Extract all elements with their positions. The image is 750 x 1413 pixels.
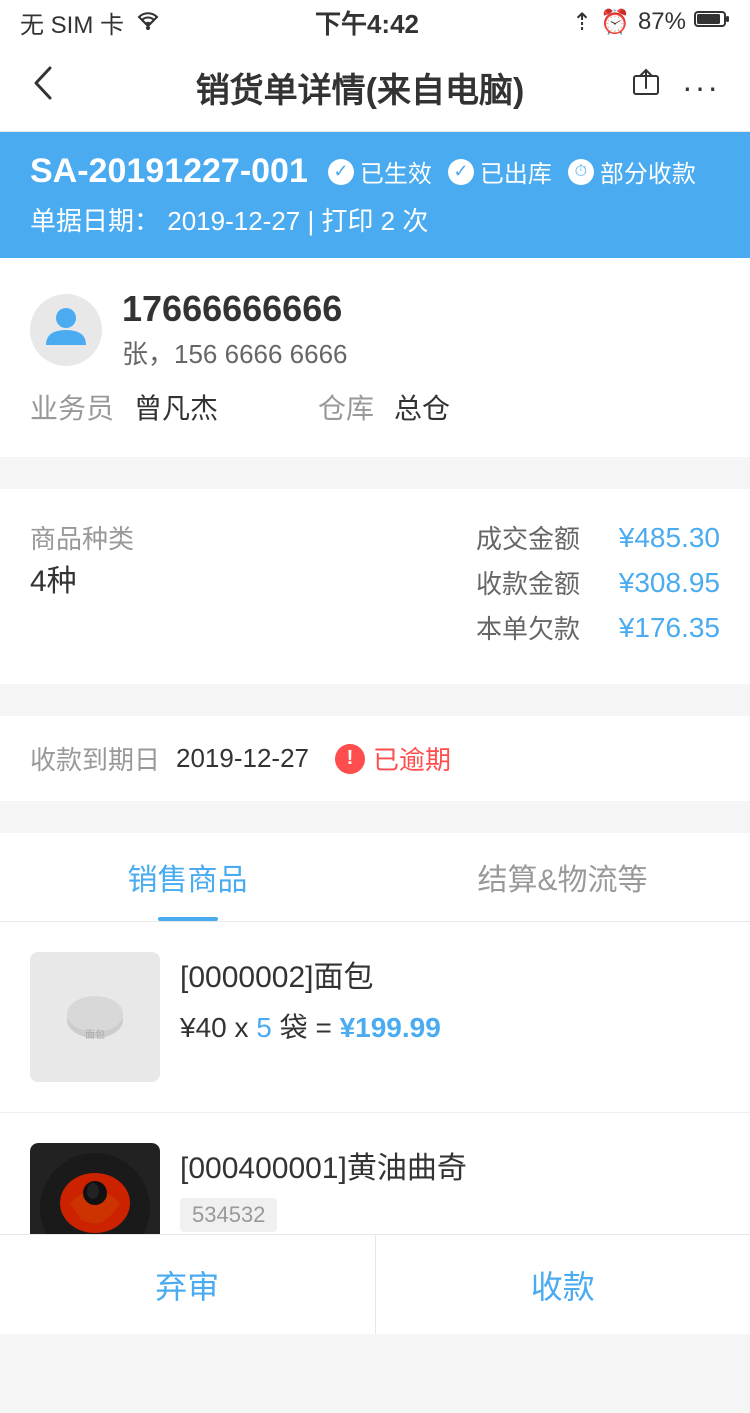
sim-status: 无 SIM 卡 xyxy=(20,5,124,40)
confirm-button[interactable]: 收款 xyxy=(376,1235,750,1334)
sales-label: 业务员 xyxy=(30,387,114,427)
overdue-text: 已逾期 xyxy=(373,740,451,777)
product-formula-1: ¥40 x 5 袋 = ¥199.99 xyxy=(180,1006,720,1046)
check-icon-active: ✓ xyxy=(328,159,354,185)
collected-row: 收款金额 ¥308.95 xyxy=(476,564,720,601)
person-icon xyxy=(41,300,91,360)
due-section: 收款到期日 2019-12-27 ! 已逾期 xyxy=(0,716,750,801)
customer-id: 17666666666 xyxy=(122,288,348,330)
order-date: 单据日期： 2019-12-27 | 打印 2 次 xyxy=(30,201,720,238)
status-badge-shipped: ✓ 已出库 xyxy=(448,154,552,189)
owe-label: 本单欠款 xyxy=(476,609,580,646)
battery-level: 87% xyxy=(638,8,686,36)
product-info-1: [0000002]面包 ¥40 x 5 袋 = ¥199.99 xyxy=(180,952,720,1082)
battery-icon xyxy=(694,8,730,36)
page-title: 销货单详情(来自电脑) xyxy=(90,63,630,112)
customer-avatar xyxy=(30,294,102,366)
collected-value: ¥308.95 xyxy=(600,567,720,599)
status-badges: ✓ 已生效 ✓ 已出库 ⏱ 部分收款 xyxy=(328,154,696,189)
product-thumb-1: 面包 xyxy=(30,952,160,1082)
share-icon[interactable] xyxy=(630,68,662,108)
alarm-icon: ⏰ xyxy=(600,8,630,37)
product-name-2: [000400001]黄油曲奇 xyxy=(180,1143,720,1187)
product-types-block: 商品种类 4种 xyxy=(30,519,134,600)
amounts-block: 成交金额 ¥485.30 收款金额 ¥308.95 本单欠款 ¥176.35 xyxy=(476,519,720,654)
clock-icon: ⏱ xyxy=(568,159,594,185)
overdue-badge: ! 已逾期 xyxy=(335,740,451,777)
product-sku-2: 534532 xyxy=(180,1198,277,1232)
customer-name-block: 17666666666 张，156 6666 6666 xyxy=(122,288,348,371)
svg-text:面包: 面包 xyxy=(85,1028,105,1041)
status-right: ⇡ ⏰ 87% xyxy=(572,8,730,37)
customer-detail-row: 业务员 曾凡杰 仓库 总仓 xyxy=(30,387,720,427)
status-time: 下午4:42 xyxy=(315,4,419,41)
separator-1 xyxy=(0,473,750,489)
amount-value: ¥485.30 xyxy=(600,522,720,554)
due-label: 收款到期日 xyxy=(30,740,160,777)
order-id: SA-20191227-001 xyxy=(30,152,308,191)
separator-2 xyxy=(0,700,750,716)
location-icon: ⇡ xyxy=(572,8,592,37)
order-banner: SA-20191227-001 ✓ 已生效 ✓ 已出库 ⏱ 部分收款 单据日期：… xyxy=(0,132,750,258)
separator-3 xyxy=(0,817,750,833)
cancel-button[interactable]: 弃审 xyxy=(0,1235,376,1334)
status-bar: 无 SIM 卡 下午4:42 ⇡ ⏰ 87% xyxy=(0,0,750,44)
product-item-1: 面包 [0000002]面包 ¥40 x 5 袋 = ¥199.99 xyxy=(0,922,750,1113)
sales-value: 曾凡杰 xyxy=(134,387,218,427)
tab-products[interactable]: 销售商品 xyxy=(0,833,375,921)
product-types-value: 4种 xyxy=(30,556,134,600)
due-date-value: 2019-12-27 xyxy=(176,743,309,774)
warehouse-label: 仓库 xyxy=(318,387,374,427)
nav-bar: 销货单详情(来自电脑) ··· xyxy=(0,44,750,132)
customer-contact: 张，156 6666 6666 xyxy=(122,334,348,371)
bread-placeholder-icon: 面包 xyxy=(60,982,130,1052)
status-badge-active: ✓ 已生效 xyxy=(328,154,432,189)
wifi-icon xyxy=(134,8,162,37)
status-left: 无 SIM 卡 xyxy=(20,5,162,40)
status-badge-partial: ⏱ 部分收款 xyxy=(568,154,696,189)
owe-value: ¥176.35 xyxy=(600,612,720,644)
more-icon[interactable]: ··· xyxy=(682,69,720,106)
amount-label: 成交金额 xyxy=(476,519,580,556)
tabs-section: 销售商品 结算&物流等 xyxy=(0,833,750,922)
owe-row: 本单欠款 ¥176.35 xyxy=(476,609,720,646)
warehouse-value: 总仓 xyxy=(394,387,450,427)
nav-actions: ··· xyxy=(630,68,720,108)
back-button[interactable] xyxy=(30,63,90,112)
customer-section: 17666666666 张，156 6666 6666 业务员 曾凡杰 仓库 总… xyxy=(0,258,750,457)
product-types-label: 商品种类 xyxy=(30,519,134,556)
overdue-icon: ! xyxy=(335,744,365,774)
tab-underline xyxy=(158,917,218,921)
bottom-bar: 弃审 收款 xyxy=(0,1234,750,1334)
tab-settlement[interactable]: 结算&物流等 xyxy=(375,833,750,921)
summary-section: 商品种类 4种 成交金额 ¥485.30 收款金额 ¥308.95 本单欠款 ¥… xyxy=(0,489,750,684)
check-icon-shipped: ✓ xyxy=(448,159,474,185)
amount-row: 成交金额 ¥485.30 xyxy=(476,519,720,556)
collected-label: 收款金额 xyxy=(476,564,580,601)
product-name-1: [0000002]面包 xyxy=(180,952,720,996)
